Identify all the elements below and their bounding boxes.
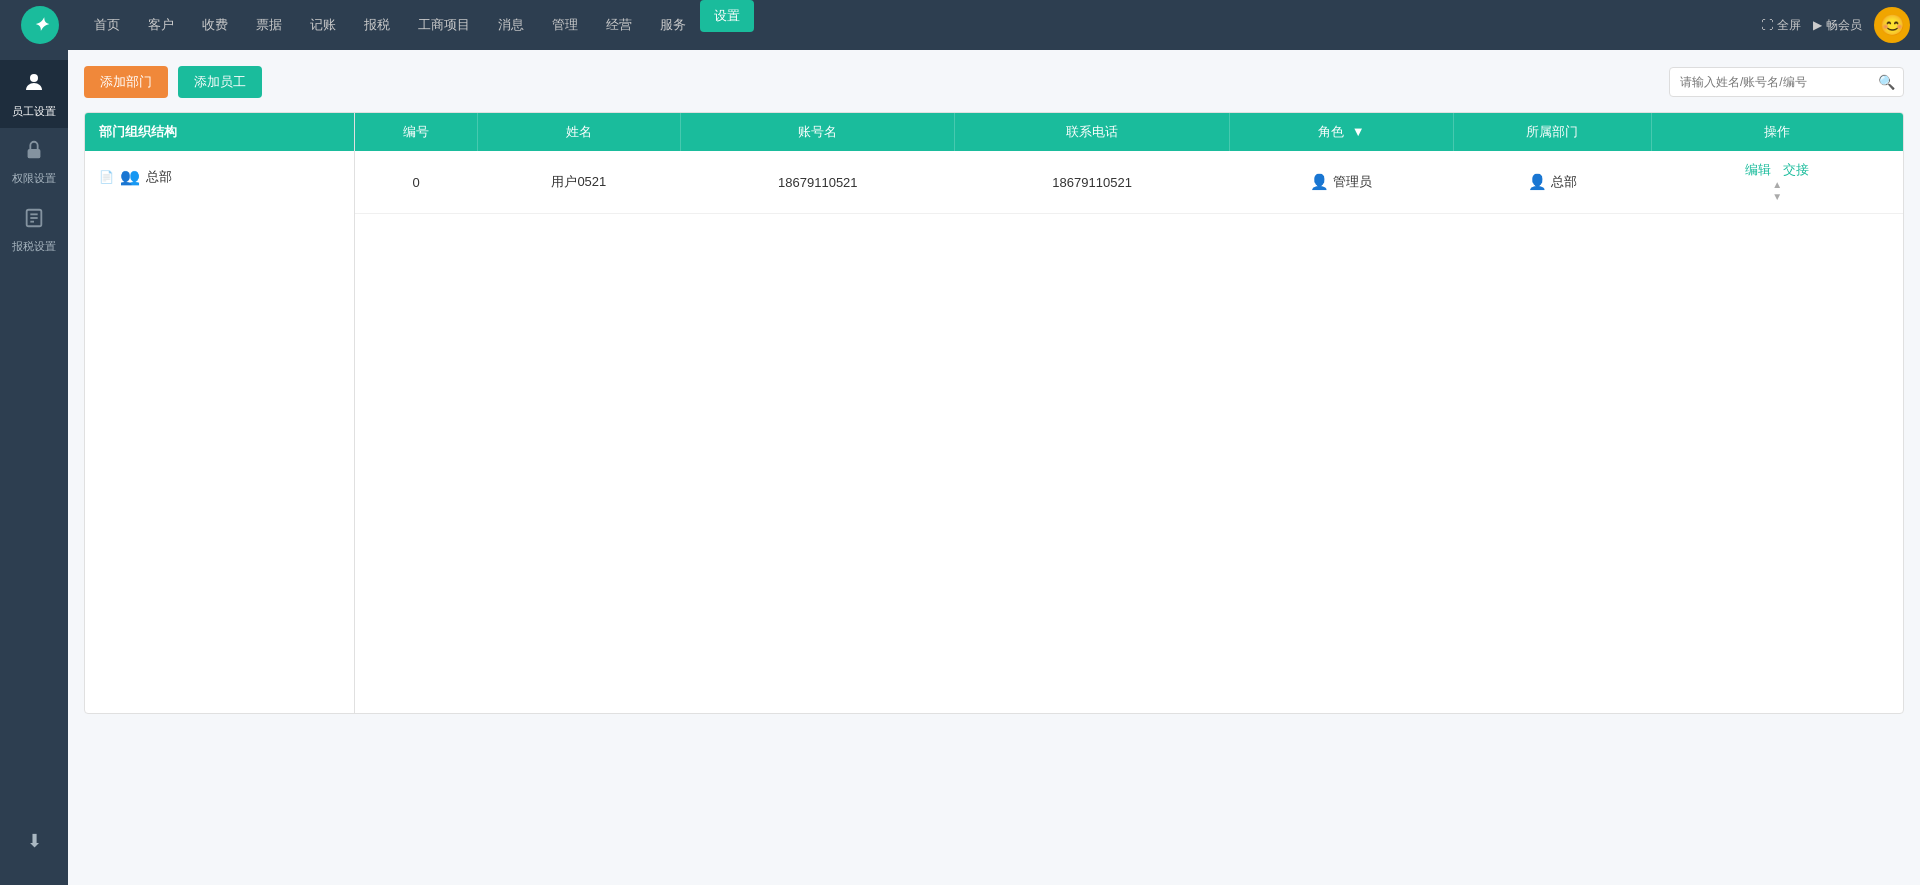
col-header-name: 姓名 <box>477 113 681 151</box>
top-navigation: ✦ 首页 客户 收费 票据 记账 报税 工商项目 消息 管理 经营 服务 设置 … <box>0 0 1920 50</box>
table-panel: 编号 姓名 账号名 联系电话 角色 ▼ 所属部门 操作 <box>355 113 1903 713</box>
cell-actions: 编辑 交接 ▲ ▼ <box>1651 151 1903 214</box>
col-header-id: 编号 <box>355 113 477 151</box>
nav-item-service[interactable]: 服务 <box>646 0 700 50</box>
tree-panel: 部门组织结构 📄 👥 总部 <box>85 113 355 713</box>
sidebar-item-staff[interactable]: 员工设置 <box>0 60 68 128</box>
role-user-icon: 👤 <box>1310 173 1329 191</box>
lock-icon <box>23 139 45 167</box>
content-panel: 部门组织结构 📄 👥 总部 编号 姓名 账号名 <box>84 112 1904 714</box>
cell-role: 👤 管理员 <box>1229 151 1453 214</box>
staff-icon <box>22 70 46 100</box>
sidebar-bottom-button[interactable]: ⬇ <box>0 807 68 875</box>
cell-name: 用户0521 <box>477 151 681 214</box>
nav-item-invoice[interactable]: 票据 <box>242 0 296 50</box>
add-staff-button[interactable]: 添加员工 <box>178 66 262 98</box>
scroll-down-icon[interactable]: ▼ <box>1772 191 1782 203</box>
svg-rect-1 <box>28 149 41 158</box>
nav-item-manage[interactable]: 管理 <box>538 0 592 50</box>
tree-body: 📄 👥 总部 <box>85 151 354 202</box>
cell-account: 18679110521 <box>681 151 955 214</box>
vip-icon: ▶ <box>1813 18 1822 32</box>
sidebar-item-permissions[interactable]: 权限设置 <box>0 128 68 196</box>
user-avatar[interactable]: 😊 <box>1874 7 1910 43</box>
nav-item-customer[interactable]: 客户 <box>134 0 188 50</box>
table-row: 0 用户0521 18679110521 18679110521 👤 管理员 <box>355 151 1903 214</box>
sidebar-permissions-label: 权限设置 <box>12 171 56 186</box>
tree-node-general[interactable]: 📄 👥 总部 <box>95 161 344 192</box>
row-scroll-arrows: ▲ ▼ <box>1659 179 1895 203</box>
nav-item-fee[interactable]: 收费 <box>188 0 242 50</box>
top-nav-right: ⛶ 全屏 ▶ 畅会员 😊 <box>1761 7 1910 43</box>
nav-menu: 首页 客户 收费 票据 记账 报税 工商项目 消息 管理 经营 服务 设置 <box>80 0 1761 50</box>
nav-item-operation[interactable]: 经营 <box>592 0 646 50</box>
svg-point-0 <box>30 74 38 82</box>
col-header-actions: 操作 <box>1651 113 1903 151</box>
tree-node-label: 总部 <box>146 168 172 186</box>
dept-text: 总部 <box>1551 173 1577 191</box>
search-input[interactable] <box>1670 71 1870 93</box>
tree-panel-header: 部门组织结构 <box>85 113 354 151</box>
left-sidebar: 员工设置 权限设置 报税设置 ⬇ <box>0 50 68 885</box>
main-content: 添加部门 添加员工 🔍 部门组织结构 📄 👥 总部 <box>68 50 1920 885</box>
search-button[interactable]: 🔍 <box>1870 70 1903 94</box>
dept-user-icon: 👤 <box>1528 173 1547 191</box>
cell-phone: 18679110521 <box>955 151 1229 214</box>
cell-id: 0 <box>355 151 477 214</box>
nav-item-settings[interactable]: 设置 <box>700 0 754 32</box>
tax-report-icon <box>23 207 45 235</box>
add-dept-button[interactable]: 添加部门 <box>84 66 168 98</box>
sidebar-staff-label: 员工设置 <box>12 104 56 119</box>
search-icon: 🔍 <box>1878 74 1895 90</box>
col-header-dept: 所属部门 <box>1453 113 1651 151</box>
tree-node-user-icon: 👥 <box>120 167 140 186</box>
transfer-action[interactable]: 交接 <box>1783 162 1809 177</box>
logo-icon: ✦ <box>21 6 59 44</box>
vip-label: 畅会员 <box>1826 17 1862 34</box>
fullscreen-label: 全屏 <box>1777 17 1801 34</box>
filter-icon[interactable]: ▼ <box>1352 124 1365 139</box>
scroll-up-icon[interactable]: ▲ <box>1772 179 1782 191</box>
col-header-account: 账号名 <box>681 113 955 151</box>
sidebar-item-tax[interactable]: 报税设置 <box>0 196 68 264</box>
app-body: 员工设置 权限设置 报税设置 ⬇ <box>0 50 1920 885</box>
search-box: 🔍 <box>1669 67 1904 97</box>
col-header-phone: 联系电话 <box>955 113 1229 151</box>
app-logo: ✦ <box>10 6 70 44</box>
fullscreen-button[interactable]: ⛶ 全屏 <box>1761 17 1801 34</box>
nav-item-accounting[interactable]: 记账 <box>296 0 350 50</box>
edit-action[interactable]: 编辑 <box>1745 162 1771 177</box>
tree-node-file-icon: 📄 <box>99 170 114 184</box>
role-text: 管理员 <box>1333 173 1372 191</box>
nav-item-home[interactable]: 首页 <box>80 0 134 50</box>
nav-item-message[interactable]: 消息 <box>484 0 538 50</box>
vip-button[interactable]: ▶ 畅会员 <box>1813 17 1862 34</box>
fullscreen-icon: ⛶ <box>1761 18 1773 32</box>
employees-table: 编号 姓名 账号名 联系电话 角色 ▼ 所属部门 操作 <box>355 113 1903 214</box>
nav-item-tax[interactable]: 报税 <box>350 0 404 50</box>
cell-dept: 👤 总部 <box>1453 151 1651 214</box>
download-icon: ⬇ <box>27 830 42 852</box>
page-toolbar: 添加部门 添加员工 🔍 <box>84 66 1904 98</box>
sidebar-tax-label: 报税设置 <box>12 239 56 254</box>
col-header-role: 角色 ▼ <box>1229 113 1453 151</box>
nav-item-business[interactable]: 工商项目 <box>404 0 484 50</box>
